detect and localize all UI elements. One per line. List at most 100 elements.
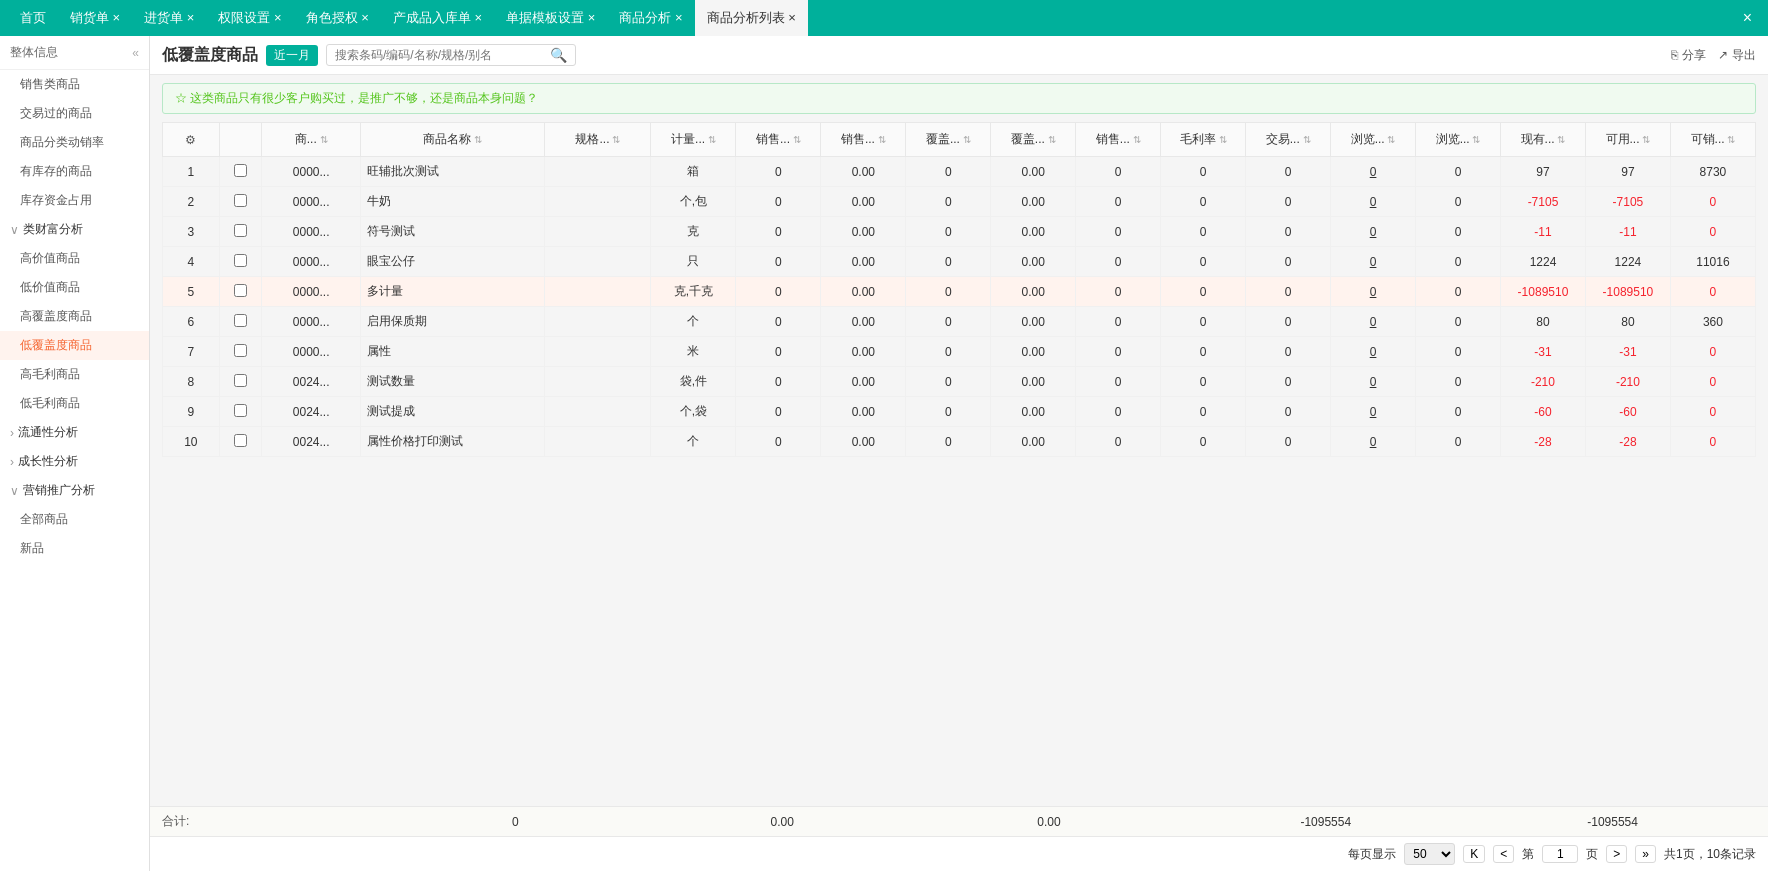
nav-sales-order[interactable]: 销货单 × (58, 0, 132, 36)
date-filter-button[interactable]: 近一月 (266, 45, 318, 66)
row-checkbox[interactable] (219, 307, 261, 337)
page-input[interactable] (1542, 845, 1578, 863)
row-checkbox[interactable] (219, 247, 261, 277)
nav-finished-goods[interactable]: 产成品入库单 × (381, 0, 494, 36)
sidebar-group-marketing-title[interactable]: ∨ 营销推广分析 (0, 476, 149, 505)
window-close-button[interactable]: × (1735, 9, 1760, 27)
trade-column-header[interactable]: 交易... ⇅ (1246, 123, 1331, 157)
row-checkbox[interactable] (219, 277, 261, 307)
row-sellable: 0 (1670, 397, 1755, 427)
browse2-column-header[interactable]: 浏览... ⇅ (1416, 123, 1501, 157)
row-trade: 0 (1246, 307, 1331, 337)
row-browse1[interactable]: 0 (1331, 157, 1416, 187)
sidebar-item-stock-capital[interactable]: 库存资金占用 (0, 186, 149, 215)
sales-qty-column-header[interactable]: 销售... ⇅ (736, 123, 821, 157)
row-browse1[interactable]: 0 (1331, 397, 1416, 427)
sidebar-group-circulation-title[interactable]: › 流通性分析 (0, 418, 149, 447)
row-checkbox[interactable] (219, 367, 261, 397)
row-browse1[interactable]: 0 (1331, 307, 1416, 337)
row-name: 多计量 (361, 277, 545, 307)
sidebar-item-low-margin[interactable]: 低毛利商品 (0, 389, 149, 418)
search-input[interactable] (335, 48, 550, 62)
nav-product-analysis-list[interactable]: 商品分析列表 × (695, 0, 808, 36)
share-button[interactable]: ⎘ 分享 (1671, 47, 1706, 64)
row-coverage2: 0.00 (991, 217, 1076, 247)
row-browse1[interactable]: 0 (1331, 187, 1416, 217)
row-checkbox[interactable] (219, 427, 261, 457)
coverage2-column-header[interactable]: 覆盖... ⇅ (991, 123, 1076, 157)
row-gross-rate: 0 (1161, 247, 1246, 277)
sales-amt-column-header[interactable]: 销售... ⇅ (821, 123, 906, 157)
first-page-button[interactable]: K (1463, 845, 1485, 863)
coverage1-column-header[interactable]: 覆盖... ⇅ (906, 123, 991, 157)
next-page-button[interactable]: > (1606, 845, 1627, 863)
row-code: 0000... (262, 217, 361, 247)
sidebar-group-wealth-title[interactable]: ∨ 类财富分析 (0, 215, 149, 244)
page-title: 低覆盖度商品 (162, 45, 258, 66)
nav-purchase-order[interactable]: 进货单 × (132, 0, 206, 36)
row-sales-amt: 0.00 (821, 187, 906, 217)
row-browse1[interactable]: 0 (1331, 427, 1416, 457)
row-coverage2: 0.00 (991, 367, 1076, 397)
row-name: 牛奶 (361, 187, 545, 217)
row-browse1[interactable]: 0 (1331, 367, 1416, 397)
row-sellable: 11016 (1670, 247, 1755, 277)
row-name: 测试提成 (361, 397, 545, 427)
nav-product-analysis[interactable]: 商品分析 × (607, 0, 694, 36)
nav-role-auth[interactable]: 角色授权 × (294, 0, 381, 36)
row-checkbox[interactable] (219, 157, 261, 187)
page-label: 第 (1522, 846, 1534, 863)
sidebar-item-high-margin[interactable]: 高毛利商品 (0, 360, 149, 389)
row-browse1[interactable]: 0 (1331, 217, 1416, 247)
sidebar-item-low-coverage[interactable]: 低覆盖度商品 (0, 331, 149, 360)
last-page-button[interactable]: » (1635, 845, 1656, 863)
sidebar-item-category-rate[interactable]: 商品分类动销率 (0, 128, 149, 157)
browse1-column-header[interactable]: 浏览... ⇅ (1331, 123, 1416, 157)
sidebar-header-label: 整体信息 (10, 44, 58, 61)
row-browse1[interactable]: 0 (1331, 277, 1416, 307)
sidebar-item-traded-goods[interactable]: 交易过的商品 (0, 99, 149, 128)
per-page-select[interactable]: 50 20 100 (1404, 843, 1455, 865)
nav-permissions[interactable]: 权限设置 × (206, 0, 293, 36)
row-checkbox[interactable] (219, 337, 261, 367)
name-column-header[interactable]: 商品名称 ⇅ (361, 123, 545, 157)
row-gross-rate: 0 (1161, 187, 1246, 217)
row-idx: 1 (163, 157, 220, 187)
sellable-column-header[interactable]: 可销... ⇅ (1670, 123, 1755, 157)
row-checkbox[interactable] (219, 217, 261, 247)
sidebar-item-sales-goods[interactable]: 销售类商品 (0, 70, 149, 99)
available-stock-column-header[interactable]: 可用... ⇅ (1585, 123, 1670, 157)
sales-extra-column-header[interactable]: 销售... ⇅ (1076, 123, 1161, 157)
spec-column-header[interactable]: 规格... ⇅ (545, 123, 651, 157)
row-coverage2: 0.00 (991, 427, 1076, 457)
table-container[interactable]: ⚙ 商... ⇅ 商品名称 ⇅ 规格... ⇅ 计量... ⇅ 销售... ⇅ … (150, 122, 1768, 806)
sidebar-item-all-goods[interactable]: 全部商品 (0, 505, 149, 534)
row-checkbox[interactable] (219, 187, 261, 217)
sidebar-item-stocked-goods[interactable]: 有库存的商品 (0, 157, 149, 186)
settings-column-header[interactable]: ⚙ (163, 123, 220, 157)
current-stock-column-header[interactable]: 现有... ⇅ (1501, 123, 1586, 157)
unit-column-header[interactable]: 计量... ⇅ (651, 123, 736, 157)
row-coverage2: 0.00 (991, 397, 1076, 427)
export-button[interactable]: ↗ 导出 (1718, 47, 1756, 64)
nav-home[interactable]: 首页 (8, 0, 58, 36)
row-sales-qty: 0 (736, 217, 821, 247)
data-table: ⚙ 商... ⇅ 商品名称 ⇅ 规格... ⇅ 计量... ⇅ 销售... ⇅ … (162, 122, 1756, 457)
nav-template-settings[interactable]: 单据模板设置 × (494, 0, 607, 36)
sidebar-group-growth-title[interactable]: › 成长性分析 (0, 447, 149, 476)
gross-rate-column-header[interactable]: 毛利率 ⇅ (1161, 123, 1246, 157)
sidebar-item-new-goods[interactable]: 新品 (0, 534, 149, 563)
row-unit: 个 (651, 427, 736, 457)
sidebar-item-high-coverage[interactable]: 高覆盖度商品 (0, 302, 149, 331)
table-row: 3 0000... 符号测试 克 0 0.00 0 0.00 0 0 0 0 0… (163, 217, 1756, 247)
sidebar-item-high-value[interactable]: 高价值商品 (0, 244, 149, 273)
prev-page-button[interactable]: < (1493, 845, 1514, 863)
row-browse1[interactable]: 0 (1331, 247, 1416, 277)
row-checkbox[interactable] (219, 397, 261, 427)
total-records: 共1页，10条记录 (1664, 846, 1756, 863)
code-column-header[interactable]: 商... ⇅ (262, 123, 361, 157)
sidebar-collapse-button[interactable]: « (132, 46, 139, 60)
row-browse1[interactable]: 0 (1331, 337, 1416, 367)
row-spec (545, 307, 651, 337)
sidebar-item-low-value[interactable]: 低价值商品 (0, 273, 149, 302)
